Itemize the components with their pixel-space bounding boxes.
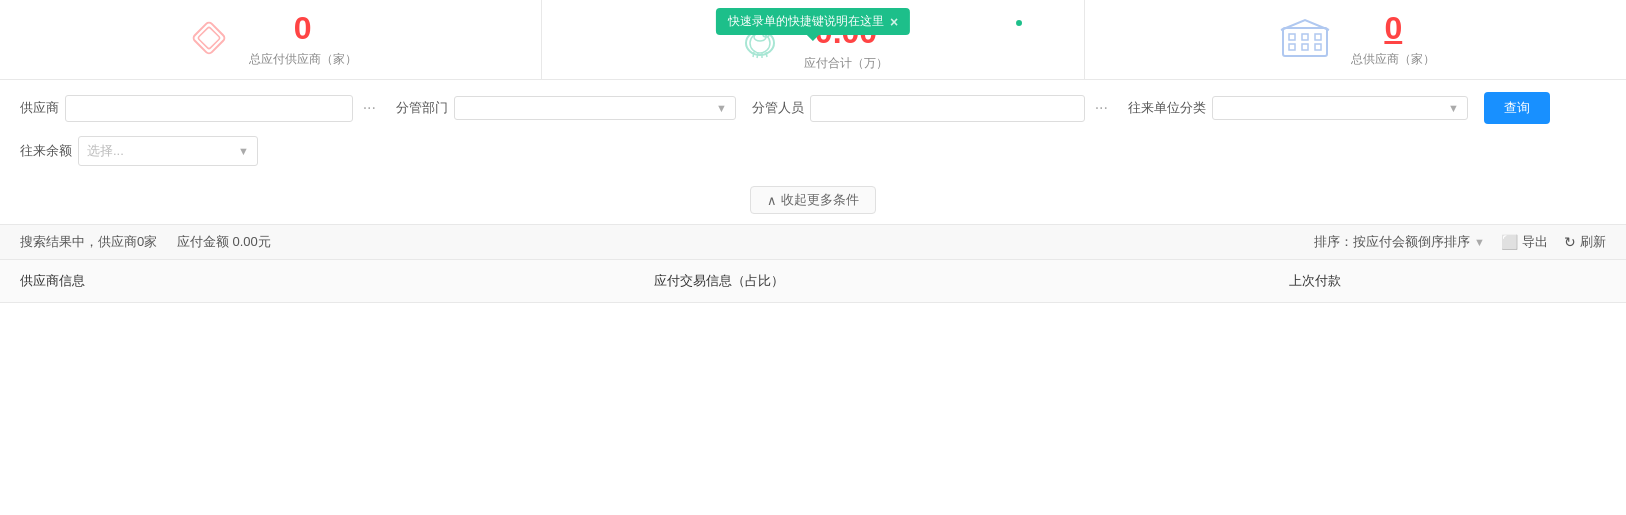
- tooltip-indicator-dot: [1014, 18, 1024, 28]
- tooltip-close-btn[interactable]: ×: [890, 14, 898, 30]
- svg-rect-14: [1315, 34, 1321, 40]
- department-label: 分管部门: [396, 99, 448, 117]
- balance-select[interactable]: 选择... ▼: [78, 136, 258, 166]
- filter-department: 分管部门 ▼: [396, 96, 736, 120]
- refresh-icon: ↻: [1564, 234, 1576, 250]
- tooltip-text: 快速录单的快捷键说明在这里: [728, 13, 884, 30]
- sort-select[interactable]: 排序：按应付会额倒序排序 ▼: [1314, 233, 1485, 251]
- refresh-label: 刷新: [1580, 233, 1606, 251]
- department-select[interactable]: ▼: [454, 96, 736, 120]
- table-header: 供应商信息 应付交易信息（占比） 上次付款: [0, 260, 1626, 303]
- svg-line-10: [766, 52, 767, 57]
- building-icon: [1275, 16, 1335, 63]
- svg-line-7: [753, 52, 754, 57]
- filter-balance: 往来余额 选择... ▼: [20, 136, 300, 166]
- category-arrow-icon: ▼: [1448, 102, 1459, 114]
- total-suppliers-number: 0: [1384, 11, 1402, 46]
- total-suppliers-label: 总供应商（家）: [1351, 51, 1435, 68]
- export-btn[interactable]: ⬜ 导出: [1501, 233, 1548, 251]
- tooltip-bubble: 快速录单的快捷键说明在这里 ×: [716, 8, 910, 35]
- sort-arrow-icon: ▼: [1474, 236, 1485, 248]
- col-transaction-info: 应付交易信息（占比）: [654, 272, 1288, 290]
- svg-rect-13: [1302, 34, 1308, 40]
- query-button[interactable]: 查询: [1484, 92, 1550, 124]
- result-suppliers-text: 搜索结果中，供应商0家: [20, 234, 157, 249]
- collapse-icon: ∧: [767, 193, 777, 208]
- diamond-icon: [185, 14, 233, 65]
- payable-suppliers-number: 0: [294, 11, 312, 46]
- svg-rect-12: [1289, 34, 1295, 40]
- result-bar: 搜索结果中，供应商0家 应付金额 0.00元 排序：按应付会额倒序排序 ▼ ⬜ …: [0, 225, 1626, 260]
- collapse-bar: ∧ 收起更多条件: [20, 178, 1606, 224]
- svg-point-3: [750, 33, 770, 53]
- svg-rect-17: [1315, 44, 1321, 50]
- payable-suppliers-label: 总应付供应商（家）: [249, 51, 357, 68]
- balance-label: 往来余额: [20, 142, 72, 160]
- result-actions: 排序：按应付会额倒序排序 ▼ ⬜ 导出 ↻ 刷新: [1314, 233, 1606, 251]
- table-area: 供应商信息 应付交易信息（占比） 上次付款: [0, 260, 1626, 515]
- svg-line-8: [757, 53, 758, 58]
- person-input[interactable]: [810, 95, 1085, 122]
- supplier-dots-btn[interactable]: ···: [359, 99, 380, 117]
- export-icon: ⬜: [1501, 234, 1518, 250]
- result-amount-text: 应付金额 0.00元: [177, 234, 271, 249]
- filter-area: 供应商 ··· 分管部门 ▼ 分管人员 ··· 往来单位分类 ▼: [0, 80, 1626, 225]
- refresh-btn[interactable]: ↻ 刷新: [1564, 233, 1606, 251]
- supplier-input[interactable]: [65, 95, 353, 122]
- export-label: 导出: [1522, 233, 1548, 251]
- filter-row-1: 供应商 ··· 分管部门 ▼ 分管人员 ··· 往来单位分类 ▼: [20, 92, 1606, 124]
- category-select[interactable]: ▼: [1212, 96, 1468, 120]
- svg-rect-11: [1283, 28, 1327, 56]
- supplier-label: 供应商: [20, 99, 59, 117]
- svg-rect-15: [1289, 44, 1295, 50]
- stats-bar: 0 总应付供应商（家） 快速录单的快捷键说明在这里 ×: [0, 0, 1626, 80]
- stat-total-suppliers: 0 总供应商（家）: [1085, 0, 1626, 79]
- sort-label-text: 排序：按应付会额倒序排序: [1314, 233, 1470, 251]
- payable-total-label: 应付合计（万）: [804, 55, 888, 72]
- balance-placeholder: 选择...: [87, 142, 124, 160]
- stat-payable-total: 快速录单的快捷键说明在这里 ×: [542, 0, 1084, 79]
- svg-rect-16: [1302, 44, 1308, 50]
- filter-person: 分管人员 ···: [752, 95, 1112, 122]
- department-arrow-icon: ▼: [716, 102, 727, 114]
- filter-category: 往来单位分类 ▼: [1128, 96, 1468, 120]
- person-dots-btn[interactable]: ···: [1091, 99, 1112, 117]
- filter-supplier: 供应商 ···: [20, 95, 380, 122]
- table-empty-state: [0, 303, 1626, 515]
- collapse-label: 收起更多条件: [781, 191, 859, 209]
- person-label: 分管人员: [752, 99, 804, 117]
- col-supplier-info: 供应商信息: [20, 272, 654, 290]
- collapse-btn[interactable]: ∧ 收起更多条件: [750, 186, 876, 214]
- balance-arrow-icon: ▼: [238, 145, 249, 157]
- svg-rect-0: [192, 21, 226, 55]
- filter-row-2: 往来余额 选择... ▼: [20, 136, 1606, 166]
- col-last-payment: 上次付款: [1289, 272, 1606, 290]
- stat-payable-suppliers: 0 总应付供应商（家）: [0, 0, 542, 79]
- category-label: 往来单位分类: [1128, 99, 1206, 117]
- result-info: 搜索结果中，供应商0家 应付金额 0.00元: [20, 233, 287, 251]
